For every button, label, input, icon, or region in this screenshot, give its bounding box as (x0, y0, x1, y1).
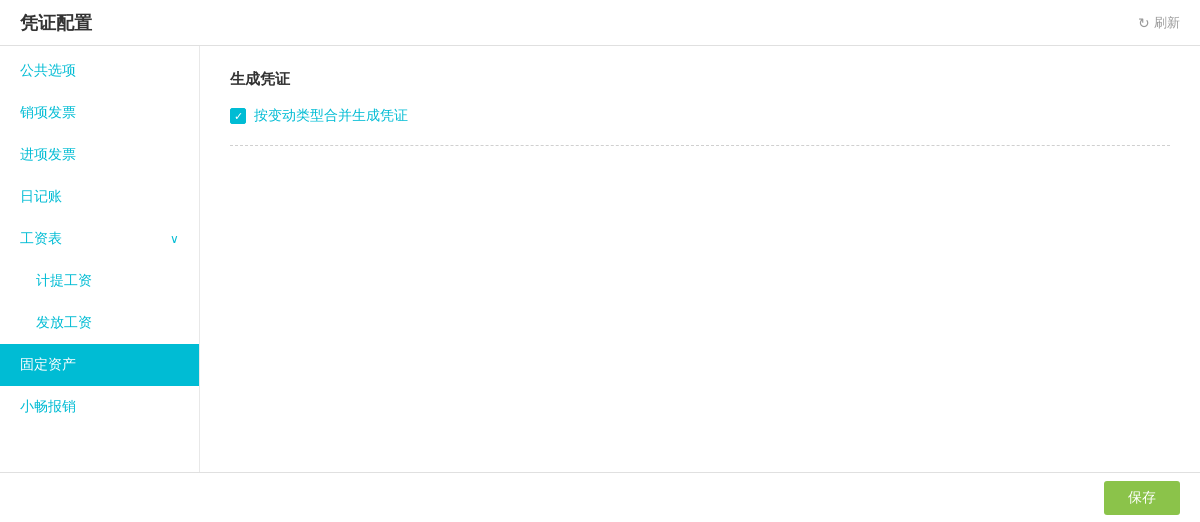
sidebar-item-label: 工资表 (20, 230, 62, 248)
sidebar-item-label: 计提工资 (36, 272, 92, 290)
checkmark-icon: ✓ (234, 111, 243, 122)
sidebar-item-label: 日记账 (20, 188, 62, 206)
sidebar: 公共选项销项发票进项发票日记账工资表 ∨ 计提工资发放工资固定资产小畅报销 (0, 46, 200, 472)
refresh-icon: ↻ (1138, 15, 1150, 31)
sidebar-item-public-options[interactable]: 公共选项 (0, 50, 199, 92)
main: 公共选项销项发票进项发票日记账工资表 ∨ 计提工资发放工资固定资产小畅报销 生成凭证… (0, 46, 1200, 472)
checkbox-label[interactable]: 按变动类型合并生成凭证 (254, 107, 408, 125)
sidebar-item-label: 公共选项 (20, 62, 76, 80)
sidebar-item-label: 销项发票 (20, 104, 76, 122)
sidebar-item-label: 小畅报销 (20, 398, 76, 416)
section-divider (230, 145, 1170, 146)
sidebar-item-label: 发放工资 (36, 314, 92, 332)
checkbox-row: ✓ 按变动类型合并生成凭证 (230, 107, 1170, 125)
sidebar-item-payroll-table[interactable]: 工资表 ∨ (0, 218, 199, 260)
page-title: 凭证配置 (20, 11, 92, 35)
sidebar-item-label: 进项发票 (20, 146, 76, 164)
refresh-label: 刷新 (1154, 14, 1180, 32)
sidebar-item-label: 固定资产 (20, 356, 76, 374)
sidebar-item-accrued-salary[interactable]: 计提工资 (0, 260, 199, 302)
footer: 保存 (0, 472, 1200, 522)
sidebar-item-fixed-assets[interactable]: 固定资产 (0, 344, 199, 386)
content-area: 生成凭证 ✓ 按变动类型合并生成凭证 (200, 46, 1200, 472)
refresh-button[interactable]: ↻ 刷新 (1138, 14, 1180, 32)
merge-voucher-checkbox[interactable]: ✓ (230, 108, 246, 124)
section-title: 生成凭证 (230, 70, 1170, 89)
sidebar-item-sales-invoice[interactable]: 销项发票 (0, 92, 199, 134)
sidebar-item-journal[interactable]: 日记账 (0, 176, 199, 218)
save-button[interactable]: 保存 (1104, 481, 1180, 515)
sidebar-item-purchase-invoice[interactable]: 进项发票 (0, 134, 199, 176)
chevron-down-icon: ∨ (170, 232, 179, 246)
header: 凭证配置 ↻ 刷新 (0, 0, 1200, 46)
sidebar-item-petty-expense[interactable]: 小畅报销 (0, 386, 199, 428)
page-wrapper: 凭证配置 ↻ 刷新 公共选项销项发票进项发票日记账工资表 ∨ 计提工资发放工资固定资… (0, 0, 1200, 522)
sidebar-item-disbursed-salary[interactable]: 发放工资 (0, 302, 199, 344)
